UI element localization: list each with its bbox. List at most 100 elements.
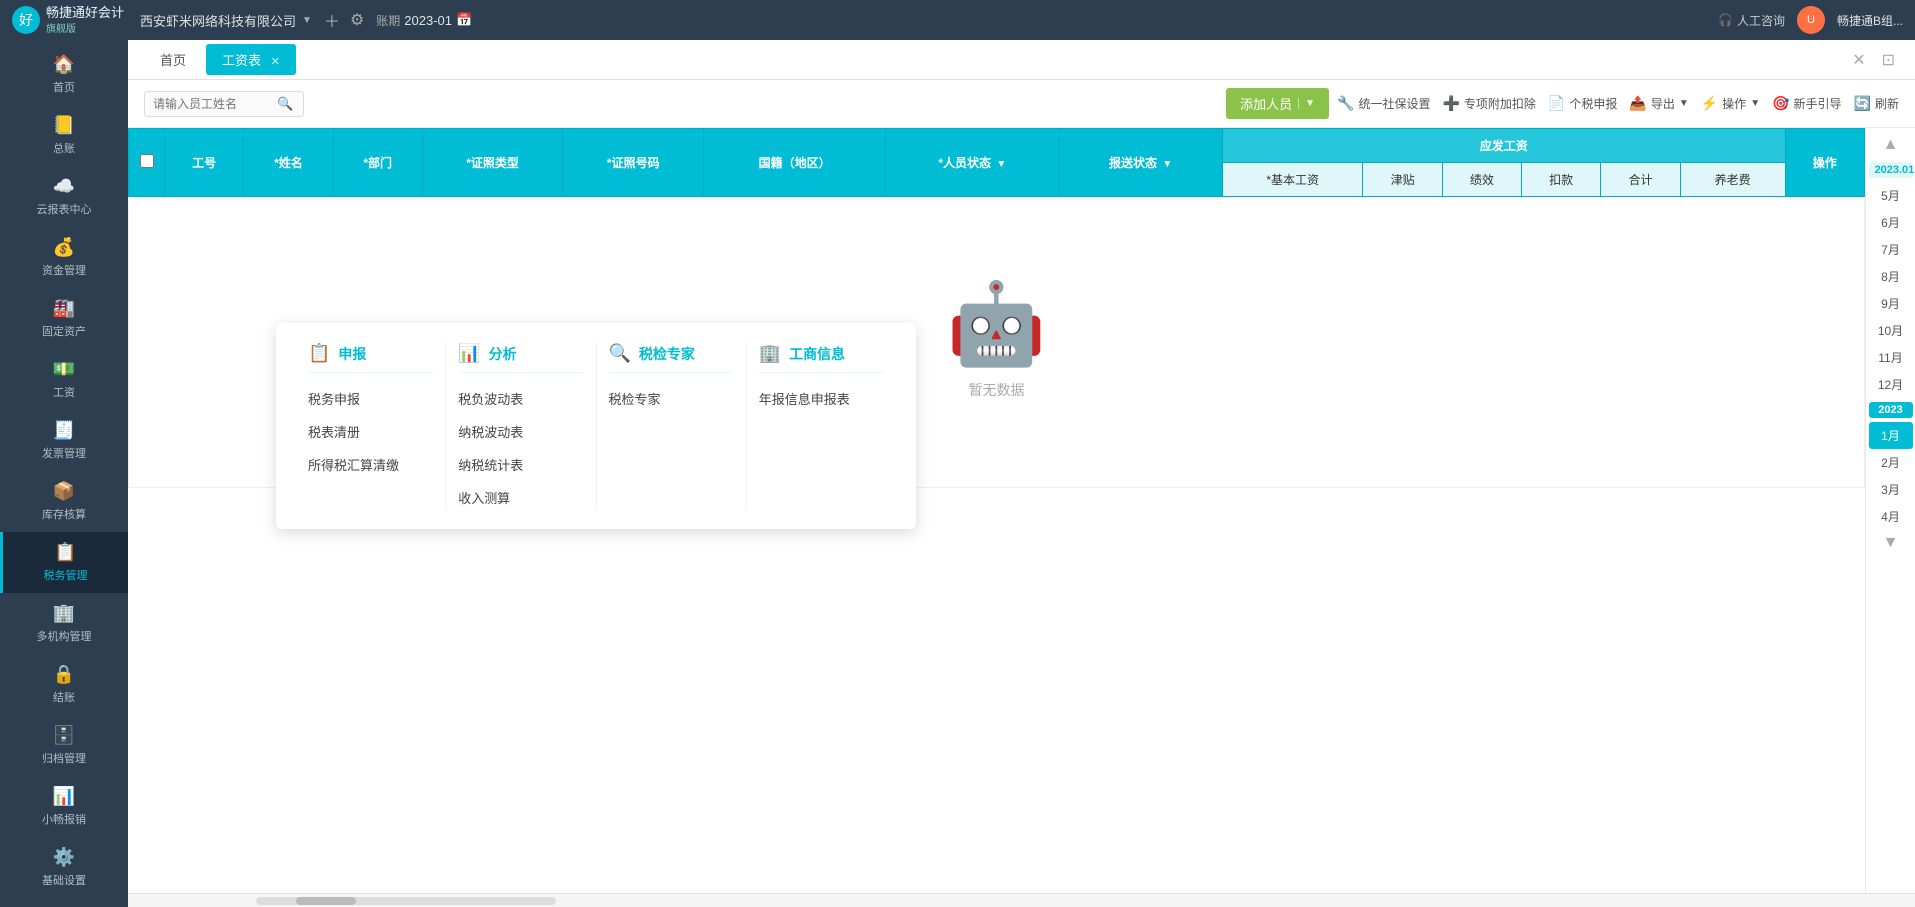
headset-icon: 🎧 xyxy=(1718,13,1733,27)
timeline-month-7[interactable]: 7月 xyxy=(1869,236,1913,263)
social-insurance-btn[interactable]: 🔧 统一社保设置 xyxy=(1337,95,1430,112)
tab-close-icon[interactable]: ✕ xyxy=(271,56,280,68)
timeline-month-11[interactable]: 11月 xyxy=(1869,344,1913,371)
add-company-icon[interactable]: ＋ xyxy=(324,8,340,32)
company-dropdown-icon[interactable]: ▼ xyxy=(302,15,312,26)
business-info-section: 🏢 工商信息 年报信息申报表 xyxy=(747,343,896,509)
timeline-month-5[interactable]: 5月 xyxy=(1869,182,1913,209)
select-all-checkbox[interactable] xyxy=(140,154,154,168)
status-filter-icon[interactable]: ▼ xyxy=(996,159,1006,170)
timeline-up-nav[interactable]: ▲ xyxy=(1879,132,1903,158)
sidebar-item-salary[interactable]: 💵 工资 xyxy=(0,349,128,410)
support-button[interactable]: 🎧 人工咨询 xyxy=(1718,12,1785,29)
sidebar-item-ledger[interactable]: 📒 总账 xyxy=(0,105,128,166)
timeline-month-8[interactable]: 8月 xyxy=(1869,263,1913,290)
timeline-month-6[interactable]: 6月 xyxy=(1869,209,1913,236)
search-box[interactable]: 🔍 xyxy=(144,91,304,117)
settings-icon[interactable]: ⚙ xyxy=(350,10,364,30)
th-pension: 养老费 xyxy=(1680,163,1785,197)
sidebar-label-multi: 多机构管理 xyxy=(37,628,92,644)
sidebar-item-inventory[interactable]: 📦 库存核算 xyxy=(0,471,128,532)
declaration-section: 📋 申报 税务申报 税表清册 所得税汇算清缴 xyxy=(296,343,446,509)
th-id: 工号 xyxy=(165,129,244,197)
sidebar-item-invoice[interactable]: 🧾 发票管理 xyxy=(0,410,128,471)
search-icon[interactable]: 🔍 xyxy=(277,96,293,112)
timeline-month-3[interactable]: 3月 xyxy=(1869,476,1913,503)
add-person-label: 添加人员 xyxy=(1240,94,1292,113)
tab-home[interactable]: 首页 xyxy=(144,44,202,75)
timeline-month-12[interactable]: 12月 xyxy=(1869,371,1913,398)
add-dropdown-icon[interactable]: ▼ xyxy=(1298,98,1315,109)
tax-stats-item[interactable]: 纳税统计表 xyxy=(458,453,583,476)
add-person-button[interactable]: 添加人员 ▼ xyxy=(1226,88,1329,119)
scrollbar-thumb[interactable] xyxy=(296,897,356,905)
sidebar-item-basic[interactable]: ⚙️ 基础设置 xyxy=(0,837,128,898)
tax-declare-item[interactable]: 税务申报 xyxy=(308,387,433,410)
sidebar-item-tax[interactable]: 📋 税务管理 xyxy=(0,532,128,593)
tab-salary-table[interactable]: 工资表 ✕ xyxy=(206,44,296,75)
special-deduction-btn[interactable]: ➕ 专项附加扣除 xyxy=(1442,95,1535,112)
sidebar-item-assets[interactable]: 🏭 固定资产 xyxy=(0,288,128,349)
timeline-year-2023: 2023 xyxy=(1869,402,1913,418)
timeline-month-4[interactable]: 4月 xyxy=(1869,503,1913,530)
th-status: *人员状态 ▼ xyxy=(886,129,1059,197)
period-label: 账期 xyxy=(376,12,400,29)
th-deduction: 扣款 xyxy=(1522,163,1601,197)
sidebar-label-close: 结账 xyxy=(53,689,75,705)
sidebar-label-tax: 税务管理 xyxy=(44,567,88,583)
social-insurance-icon: 🔧 xyxy=(1337,95,1354,112)
th-dept: *部门 xyxy=(333,129,422,197)
invoice-icon: 🧾 xyxy=(53,420,75,441)
sidebar-label-basic: 基础设置 xyxy=(42,872,86,888)
guide-btn[interactable]: 🎯 新手引导 xyxy=(1772,95,1841,112)
salary-icon: 💵 xyxy=(53,359,75,380)
th-name: *姓名 xyxy=(244,129,333,197)
th-nationality: 国籍（地区） xyxy=(704,129,886,197)
tax-table-item[interactable]: 税表清册 xyxy=(308,420,433,443)
sidebar-label-report: 小畅报销 xyxy=(42,811,86,827)
tax-expert-title: 税检专家 xyxy=(639,344,695,364)
horizontal-scrollbar[interactable] xyxy=(256,897,556,905)
analysis-title: 分析 xyxy=(489,344,517,364)
sidebar-item-home[interactable]: 🏠 首页 xyxy=(0,44,128,105)
basic-icon: ⚙️ xyxy=(53,847,75,868)
sidebar-item-multi[interactable]: 🏢 多机构管理 xyxy=(0,593,128,654)
operations-btn[interactable]: ⚡ 操作 ▼ xyxy=(1701,95,1760,112)
inventory-icon: 📦 xyxy=(53,481,75,502)
sidebar-item-cloud[interactable]: ☁️ 云报表中心 xyxy=(0,166,128,227)
tax-expert-section: 🔍 税检专家 税检专家 xyxy=(597,343,747,509)
search-input[interactable] xyxy=(153,97,273,111)
app-title: 畅捷通好会计 xyxy=(46,5,124,21)
th-subsidy: 津贴 xyxy=(1363,163,1442,197)
annual-report-item[interactable]: 年报信息申报表 xyxy=(759,387,884,410)
calendar-icon[interactable]: 📅 xyxy=(456,12,472,28)
support-label: 人工咨询 xyxy=(1737,12,1785,29)
refresh-btn[interactable]: 🔄 刷新 xyxy=(1854,95,1899,112)
user-avatar[interactable]: U xyxy=(1797,6,1825,34)
tax-payment-item[interactable]: 纳税波动表 xyxy=(458,420,583,443)
user-name[interactable]: 畅捷通B组... xyxy=(1837,12,1903,29)
export-btn[interactable]: 📤 导出 ▼ xyxy=(1629,95,1688,112)
tax-dropdown-menu: 📋 申报 税务申报 税表清册 所得税汇算清缴 📊 分析 xyxy=(276,323,916,529)
window-close-btn[interactable]: ✕ xyxy=(1848,48,1869,72)
company-selector[interactable]: 西安虾米网络科技有限公司 ▼ xyxy=(140,11,312,30)
sidebar-item-archive[interactable]: 🗄️ 归档管理 xyxy=(0,715,128,776)
income-clear-item[interactable]: 所得税汇算清缴 xyxy=(308,453,433,476)
sidebar-item-guide[interactable]: 🆕 新手引导 xyxy=(0,898,128,907)
sidebar-item-funds[interactable]: 💰 资金管理 xyxy=(0,227,128,288)
tax-return-btn[interactable]: 📄 个税申报 xyxy=(1548,95,1617,112)
timeline-month-9[interactable]: 9月 xyxy=(1869,290,1913,317)
tax-burden-item[interactable]: 税负波动表 xyxy=(458,387,583,410)
sidebar-label-inventory: 库存核算 xyxy=(42,506,86,522)
timeline-down-nav[interactable]: ▼ xyxy=(1879,530,1903,556)
tax-check-item[interactable]: 税检专家 xyxy=(609,387,734,410)
report-filter-icon[interactable]: ▼ xyxy=(1162,159,1172,170)
income-calc-item[interactable]: 收入测算 xyxy=(458,486,583,509)
business-info-title: 工商信息 xyxy=(789,344,845,364)
sidebar-item-report[interactable]: 📊 小畅报销 xyxy=(0,776,128,837)
timeline-month-1[interactable]: 1月 xyxy=(1869,422,1913,449)
timeline-month-10[interactable]: 10月 xyxy=(1869,317,1913,344)
sidebar-item-close-period[interactable]: 🔒 结账 xyxy=(0,654,128,715)
timeline-month-2[interactable]: 2月 xyxy=(1869,449,1913,476)
window-restore-btn[interactable]: ⊡ xyxy=(1878,48,1899,72)
